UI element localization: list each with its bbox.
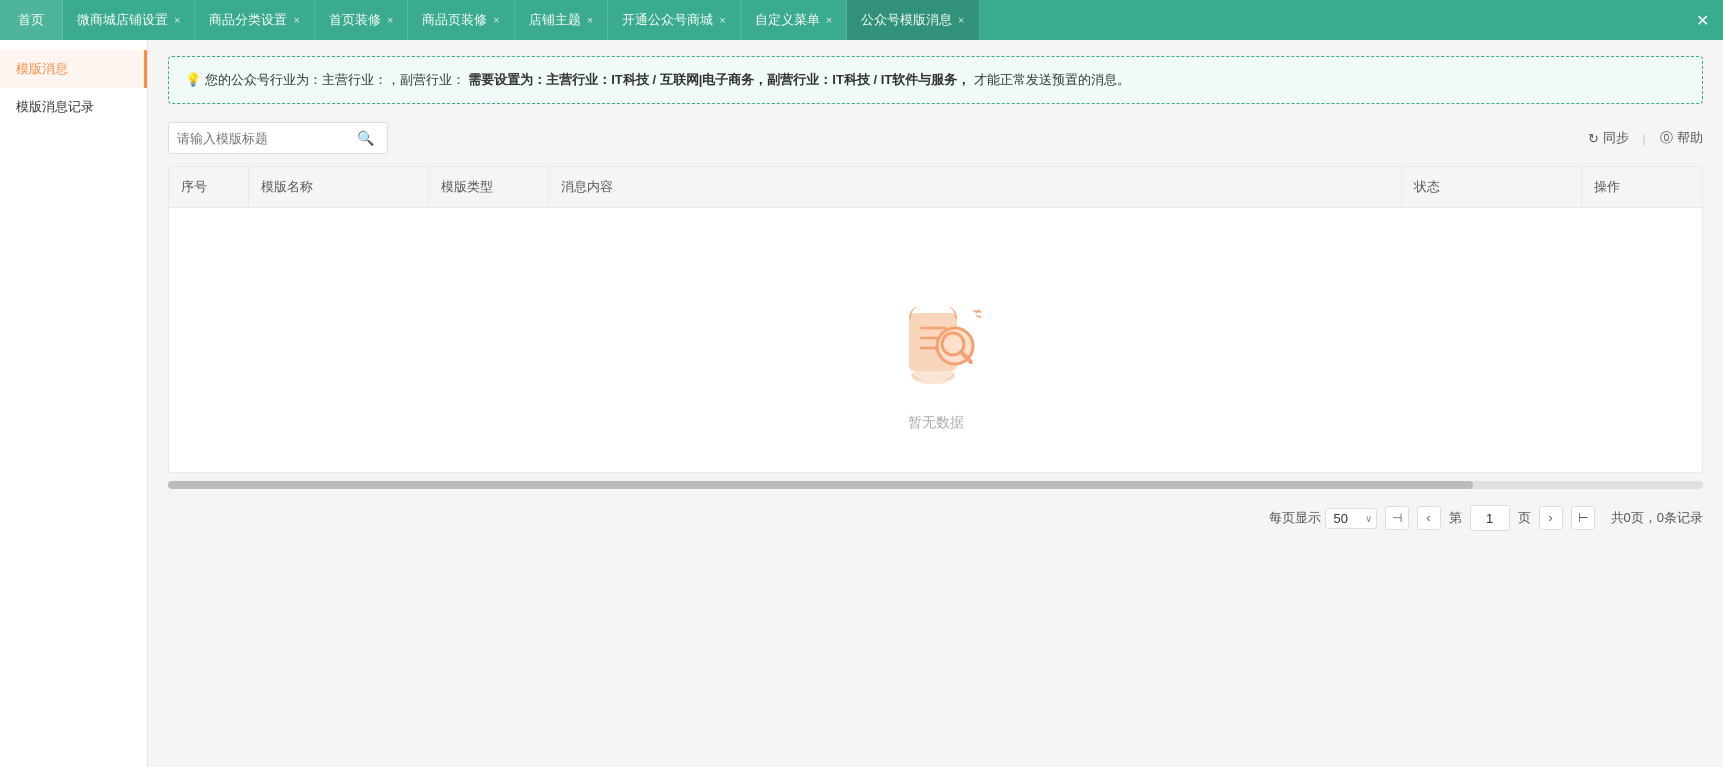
first-page-icon: ⊣ [1392,511,1402,525]
close-all-icon: ✕ [1696,11,1709,30]
next-page-button[interactable]: › [1539,506,1563,530]
actions-divider: | [1643,131,1646,146]
tab-open-label: 开通公众号商城 [622,11,713,29]
notice-box: 💡 您的公众号行业为：主营行业：，副营行业： 需要设置为：主营行业：IT科技 /… [168,56,1703,104]
col-type: 模版类型 [429,167,549,207]
tab-templatemsg[interactable]: 公众号模版消息 × [847,0,979,40]
page-size-select[interactable]: 10 20 50 100 [1325,508,1377,529]
help-label: 帮助 [1677,129,1703,147]
prev-page-button[interactable]: ‹ [1417,506,1441,530]
tab-templatemsg-close[interactable]: × [958,14,964,26]
page-suffix: 页 [1518,509,1531,527]
content-area: 💡 您的公众号行业为：主营行业：，副营行业： 需要设置为：主营行业：IT科技 /… [148,40,1723,767]
empty-text: 暂无数据 [908,414,964,432]
data-table: 序号 模版名称 模版类型 消息内容 状态 操作 [168,166,1703,473]
tab-theme-label: 店铺主题 [529,11,581,29]
tab-weshop-close[interactable]: × [174,14,180,26]
col-content: 消息内容 [549,167,1402,207]
tab-home[interactable]: 首页 [0,0,63,40]
horizontal-scrollbar[interactable] [168,481,1703,489]
search-input[interactable] [177,131,357,146]
tab-theme-close[interactable]: × [587,14,593,26]
tab-templatemsg-label: 公众号模版消息 [861,11,952,29]
tab-theme[interactable]: 店铺主题 × [515,0,608,40]
prev-page-icon: ‹ [1427,511,1431,525]
notice-prefix: 您的公众号行业为：主营行业：，副营行业： [205,72,465,87]
page-number-input[interactable] [1470,505,1510,531]
search-actions: ↻ 同步 | ⓪ 帮助 [1588,129,1703,147]
notice-bulb-icon: 💡 [185,72,205,87]
tab-open-close[interactable]: × [719,14,725,26]
help-button[interactable]: ⓪ 帮助 [1660,129,1703,147]
col-action: 操作 [1582,167,1702,207]
tab-category[interactable]: 商品分类设置 × [195,0,314,40]
search-row: 🔍 ↻ 同步 | ⓪ 帮助 [168,122,1703,154]
sidebar-item-template-record[interactable]: 模版消息记录 [0,88,147,126]
page-label: 第 [1449,509,1462,527]
pagination-row: 每页显示 10 20 50 100 ⊣ ‹ 第 页 › [168,497,1703,535]
sync-button[interactable]: ↻ 同步 [1588,129,1629,147]
sidebar-item-template-message[interactable]: 模版消息 [0,50,147,88]
tab-homepage[interactable]: 首页装修 × [315,0,408,40]
page-total: 共0页，0条记录 [1611,509,1703,527]
sidebar-item-template-message-label: 模版消息 [16,61,68,76]
tab-homepage-label: 首页装修 [329,11,381,29]
sidebar-item-template-record-label: 模版消息记录 [16,99,94,114]
tab-category-label: 商品分类设置 [209,11,287,29]
search-input-wrap[interactable]: 🔍 [168,122,388,154]
empty-state: 暂无数据 [169,208,1702,472]
tab-product-close[interactable]: × [493,14,499,26]
col-name: 模版名称 [249,167,429,207]
sync-label: 同步 [1603,129,1629,147]
tab-product-label: 商品页装修 [422,11,487,29]
page-size-wrap: 每页显示 10 20 50 100 [1269,508,1377,529]
last-page-button[interactable]: ⊢ [1571,506,1595,530]
top-nav: 首页 微商城店铺设置 × 商品分类设置 × 首页装修 × 商品页装修 × 店铺主… [0,0,1723,40]
notice-suffix: 才能正常发送预置的消息。 [974,72,1130,87]
last-page-icon: ⊢ [1578,511,1588,525]
tab-weshop-label: 微商城店铺设置 [77,11,168,29]
notice-highlight: 需要设置为：主营行业：IT科技 / 互联网|电子商务，副营行业：IT科技 / I… [468,72,970,87]
first-page-button[interactable]: ⊣ [1385,506,1409,530]
scrollbar-thumb[interactable] [168,481,1473,489]
col-index: 序号 [169,167,249,207]
tab-homepage-close[interactable]: × [387,14,393,26]
tab-product[interactable]: 商品页装修 × [408,0,514,40]
svg-line-10 [977,316,981,317]
page-size-select-wrapper: 10 20 50 100 [1325,508,1377,529]
help-icon: ⓪ [1660,129,1673,147]
tab-category-close[interactable]: × [293,14,299,26]
table-header: 序号 模版名称 模版类型 消息内容 状态 操作 [169,167,1702,208]
page-size-label: 每页显示 [1269,509,1321,527]
tab-custommenu-close[interactable]: × [826,14,832,26]
col-status: 状态 [1402,167,1582,207]
tab-open[interactable]: 开通公众号商城 × [608,0,740,40]
sidebar: 模版消息 模版消息记录 [0,40,148,767]
tab-weshop[interactable]: 微商城店铺设置 × [63,0,195,40]
search-icon[interactable]: 🔍 [357,130,374,146]
next-page-icon: › [1549,511,1553,525]
close-all-button[interactable]: ✕ [1682,0,1723,40]
sync-icon: ↻ [1588,131,1599,146]
tab-custommenu-label: 自定义菜单 [755,11,820,29]
svg-line-9 [974,311,981,312]
main-layout: 模版消息 模版消息记录 💡 您的公众号行业为：主营行业：，副营行业： 需要设置为… [0,40,1723,767]
empty-illustration [871,268,1001,398]
tab-home-label: 首页 [18,11,44,29]
tab-custommenu[interactable]: 自定义菜单 × [741,0,847,40]
